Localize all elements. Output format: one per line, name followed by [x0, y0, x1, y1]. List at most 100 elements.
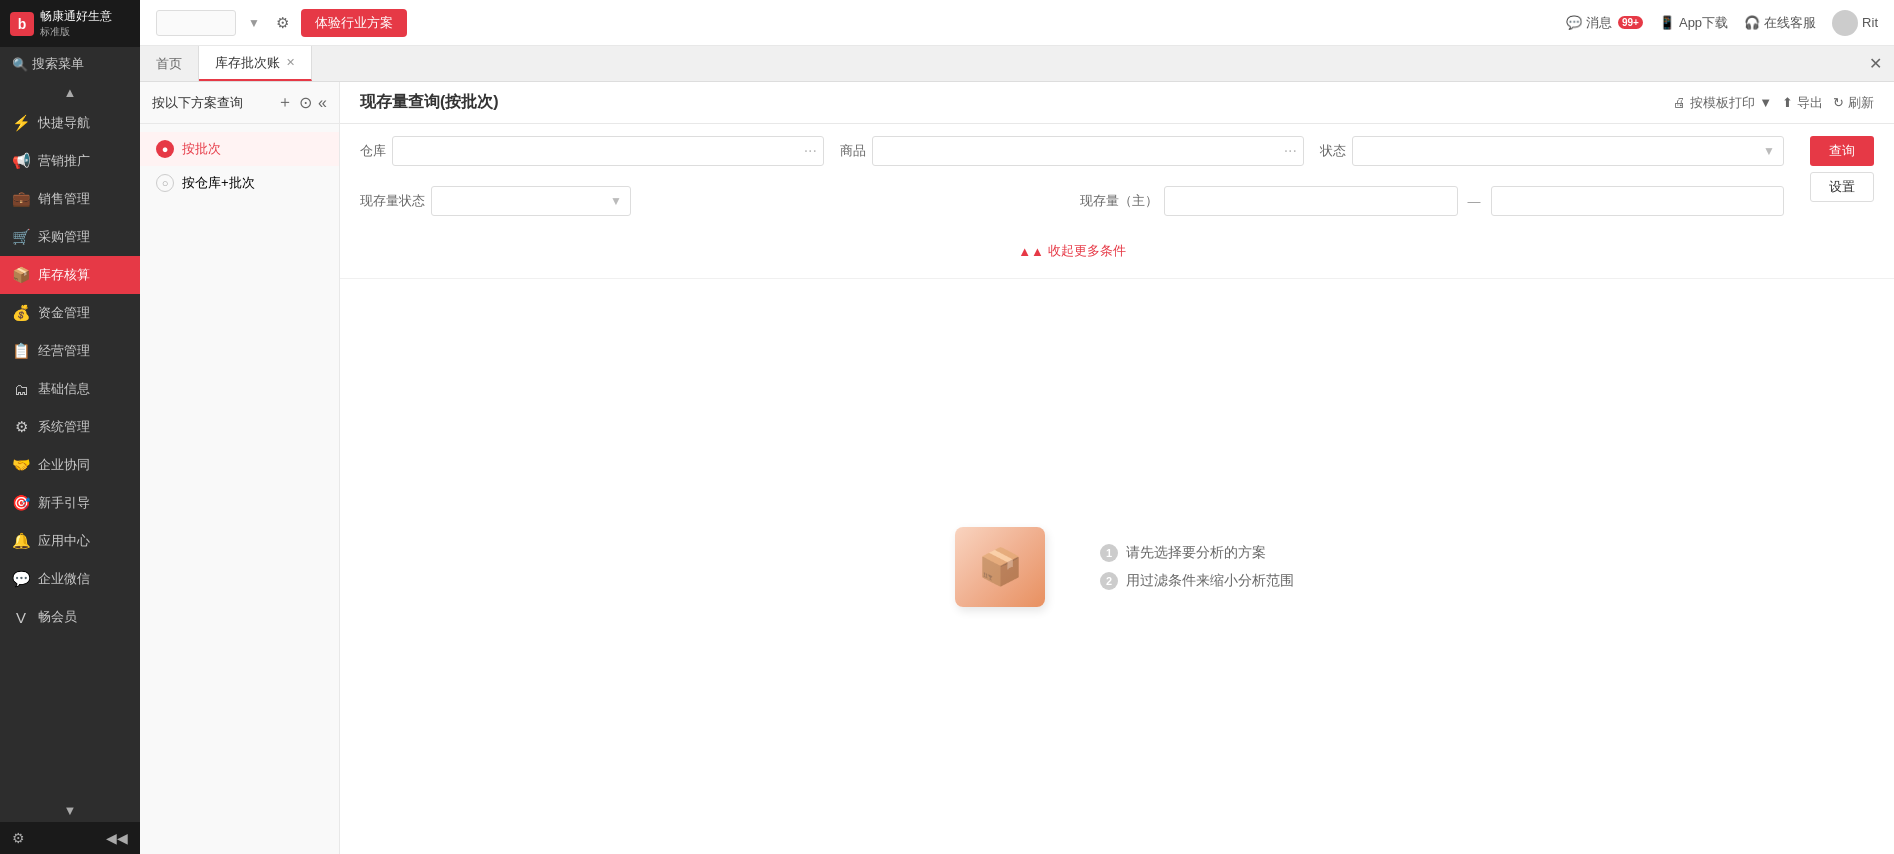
- tab-close-icon[interactable]: ✕: [286, 56, 295, 69]
- export-button[interactable]: ⬆ 导出: [1782, 94, 1823, 112]
- tab-inventory-batch[interactable]: 库存批次账 ✕: [199, 46, 312, 81]
- sidebar-item-wechat[interactable]: 💬 企业微信: [0, 560, 140, 598]
- warehouse-input[interactable]: [393, 137, 798, 165]
- sidebar-item-inventory[interactable]: 📦 库存核算: [0, 256, 140, 294]
- action-buttons-col: 查询 设置: [1810, 136, 1874, 202]
- online-service-item[interactable]: 🎧 在线客服: [1744, 14, 1816, 32]
- hint-num-1: 1: [1100, 544, 1118, 562]
- warehouse-label: 仓库: [360, 142, 386, 160]
- sidebar-item-app-center[interactable]: 🔔 应用中心: [0, 522, 140, 560]
- sidebar-item-finance[interactable]: 💰 资金管理: [0, 294, 140, 332]
- inventory-qty-max[interactable]: [1491, 186, 1785, 216]
- topbar-search-input[interactable]: [156, 10, 236, 36]
- sidebar-item-label: 企业微信: [38, 570, 90, 588]
- sidebar-item-label: 经营管理: [38, 342, 90, 360]
- sidebar-item-sales[interactable]: 💼 销售管理: [0, 180, 140, 218]
- app-download-icon: 📱: [1659, 15, 1675, 30]
- sidebar-item-new-user[interactable]: 🎯 新手引导: [0, 484, 140, 522]
- sidebar-item-label: 资金管理: [38, 304, 90, 322]
- empty-illustration: [940, 507, 1060, 627]
- filter-row-1: 仓库 ··· 商品 ···: [360, 136, 1784, 166]
- scheme-item-by-warehouse-batch[interactable]: ○ 按仓库+批次: [140, 166, 339, 200]
- sidebar-logo: b: [10, 12, 34, 36]
- content-area: 按以下方案查询 ＋ ⊙ « ● 按批次 ○ 按仓库+批次: [140, 82, 1894, 854]
- sidebar-item-system[interactable]: ⚙ 系统管理: [0, 408, 140, 446]
- settings-button[interactable]: 设置: [1810, 172, 1874, 202]
- empty-state: 1 请先选择要分析的方案 2 用过滤条件来缩小分析范围: [340, 279, 1894, 854]
- warehouse-dots-btn[interactable]: ···: [798, 142, 823, 160]
- sidebar-title-area: 畅康通好生意 标准版: [40, 8, 112, 39]
- goods-label: 商品: [840, 142, 866, 160]
- filter-field-inventory-qty: 现存量（主） —: [1080, 186, 1784, 216]
- settings-footer-icon[interactable]: ⚙: [12, 830, 25, 846]
- query-button[interactable]: 查询: [1810, 136, 1874, 166]
- collapse-panel-icon[interactable]: «: [318, 94, 327, 112]
- operations-icon: 📋: [12, 342, 30, 360]
- tab-bar-close-icon[interactable]: ✕: [1857, 46, 1894, 81]
- new-user-icon: 🎯: [12, 494, 30, 512]
- inventory-qty-min[interactable]: [1164, 186, 1458, 216]
- sidebar-item-operations[interactable]: 📋 经营管理: [0, 332, 140, 370]
- sidebar-item-purchase[interactable]: 🛒 采购管理: [0, 218, 140, 256]
- collapse-sidebar-icon[interactable]: ◀◀: [106, 830, 128, 846]
- sidebar-item-enterprise-coop[interactable]: 🤝 企业协同: [0, 446, 140, 484]
- inventory-qty-range: —: [1164, 186, 1784, 216]
- filter-collapse-btn[interactable]: ▲▲ 收起更多条件: [360, 236, 1784, 266]
- filter-row-2: 现存量状态 ▼ 现存量（主） —: [360, 186, 1784, 216]
- scheme-list: ● 按批次 ○ 按仓库+批次: [140, 124, 339, 208]
- scheme-active-icon: ●: [156, 140, 174, 158]
- sidebar-nav: ⚡ 快捷导航 📢 营销推广 💼 销售管理 🛒 采购管理 📦 库存核算 💰 资金管…: [0, 104, 140, 799]
- tab-home[interactable]: 首页: [140, 46, 199, 81]
- inventory-icon: 📦: [12, 266, 30, 284]
- user-avatar-item[interactable]: Rit: [1832, 10, 1878, 36]
- filter-field-goods: 商品 ···: [840, 136, 1304, 166]
- vip-icon: V: [12, 608, 30, 626]
- app-title: 畅康通好生意: [40, 8, 112, 25]
- sidebar-item-vip[interactable]: V 畅会员: [0, 598, 140, 636]
- status-label: 状态: [1320, 142, 1346, 160]
- sidebar-search[interactable]: 🔍 搜索菜单: [0, 47, 140, 81]
- topbar-gear-icon[interactable]: ⚙: [276, 14, 289, 32]
- trial-button[interactable]: 体验行业方案: [301, 9, 407, 37]
- topbar-left: ▼ ⚙ 体验行业方案: [156, 9, 407, 37]
- hint-num-2: 2: [1100, 572, 1118, 590]
- inventory-qty-label: 现存量（主）: [1080, 192, 1158, 210]
- scheme-settings-icon[interactable]: ⊙: [299, 93, 312, 112]
- topbar: ▼ ⚙ 体验行业方案 💬 消息 99+ 📱 App下载 🎧 在线客服 Rit: [140, 0, 1894, 46]
- goods-dots-btn[interactable]: ···: [1278, 142, 1303, 160]
- sidebar-item-quick-nav[interactable]: ⚡ 快捷导航: [0, 104, 140, 142]
- app-download-item[interactable]: 📱 App下载: [1659, 14, 1728, 32]
- status-select[interactable]: ▼: [1352, 136, 1784, 166]
- inventory-status-select[interactable]: ▼: [431, 186, 631, 216]
- filter-field-status: 状态 ▼: [1320, 136, 1784, 166]
- sidebar-scroll-up[interactable]: ▲: [0, 81, 140, 104]
- collapse-chevron-icon: ▲▲: [1018, 244, 1044, 259]
- print-button[interactable]: 🖨 按模板打印 ▼: [1673, 94, 1772, 112]
- status-chevron-icon: ▼: [1763, 144, 1775, 158]
- finance-icon: 💰: [12, 304, 30, 322]
- right-content: 现存量查询(按批次) 🖨 按模板打印 ▼ ⬆ 导出 ↻ 刷新: [340, 82, 1894, 854]
- sidebar-item-basic-info[interactable]: 🗂 基础信息: [0, 370, 140, 408]
- topbar-right: 💬 消息 99+ 📱 App下载 🎧 在线客服 Rit: [1566, 10, 1878, 36]
- filter-field-warehouse: 仓库 ···: [360, 136, 824, 166]
- sidebar-scroll-down[interactable]: ▼: [0, 799, 140, 822]
- purchase-icon: 🛒: [12, 228, 30, 246]
- empty-hint-2: 2 用过滤条件来缩小分析范围: [1100, 572, 1294, 590]
- empty-text: 1 请先选择要分析的方案 2 用过滤条件来缩小分析范围: [1100, 544, 1294, 590]
- sidebar-item-label: 新手引导: [38, 494, 90, 512]
- refresh-button[interactable]: ↻ 刷新: [1833, 94, 1874, 112]
- message-item[interactable]: 💬 消息 99+: [1566, 14, 1643, 32]
- warehouse-input-wrapper: ···: [392, 136, 824, 166]
- export-icon: ⬆: [1782, 95, 1793, 110]
- scheme-item-by-batch[interactable]: ● 按批次: [140, 132, 339, 166]
- add-scheme-icon[interactable]: ＋: [277, 92, 293, 113]
- sidebar-footer: ⚙ ◀◀: [0, 822, 140, 854]
- topbar-chevron-icon[interactable]: ▼: [248, 16, 260, 30]
- scheme-inactive-icon: ○: [156, 174, 174, 192]
- filter-bar: 仓库 ··· 商品 ···: [340, 124, 1894, 279]
- goods-input[interactable]: [873, 137, 1278, 165]
- sidebar-item-marketing[interactable]: 📢 营销推广: [0, 142, 140, 180]
- range-dash: —: [1464, 194, 1485, 209]
- sidebar-item-label: 营销推广: [38, 152, 90, 170]
- inventory-status-label: 现存量状态: [360, 192, 425, 210]
